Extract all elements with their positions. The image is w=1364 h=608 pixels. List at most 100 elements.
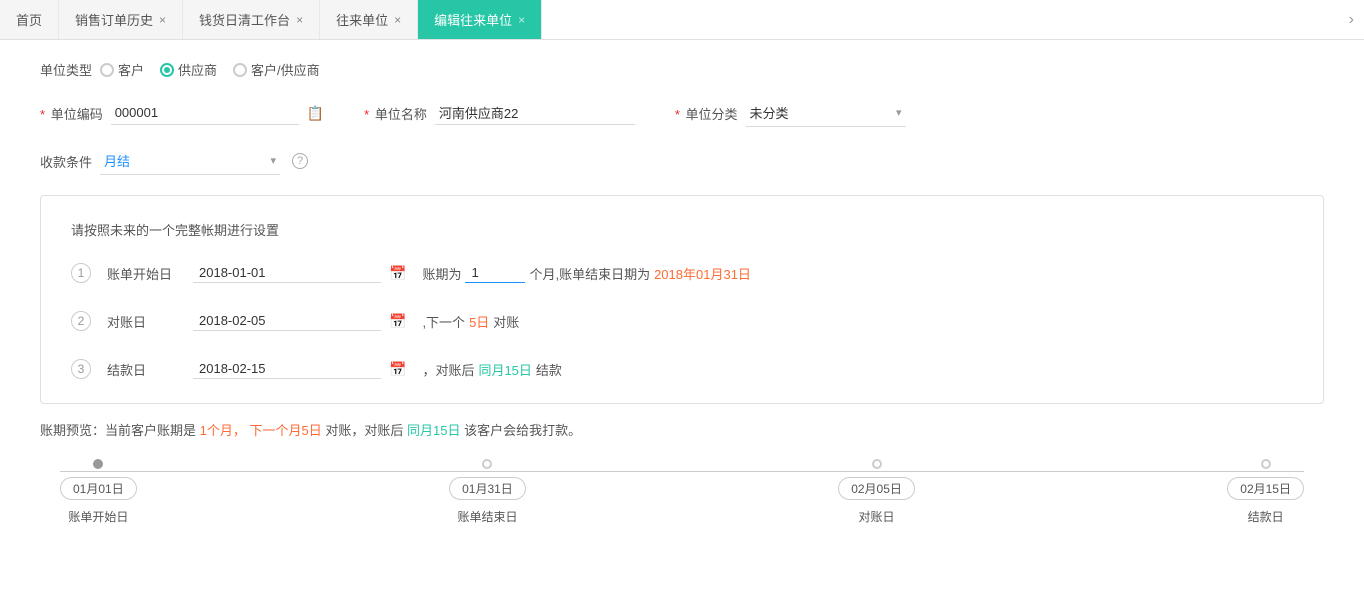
unit-type-radio-group: 客户 供应商 客户/供应商 [100,60,320,79]
timeline-dot-0 [93,459,103,469]
step-3-label: 结款日 [107,360,177,379]
radio-supplier-label: 供应商 [178,60,217,79]
unit-category-value: 未分类 [750,103,896,122]
timeline-point-2: 02月05日 对账日 [838,459,915,525]
timeline-label-2: 对账日 [859,508,895,525]
unit-code-icon[interactable]: 📋 [307,105,324,122]
radio-supplier[interactable]: 供应商 [160,60,217,79]
step-1-row: 1 账单开始日 📅 账期为 个月,账单结束日期为 2018年01月31日 [71,263,1293,283]
timeline-badge-2: 02月05日 [838,477,915,500]
timeline-dot-1 [482,459,492,469]
step-1-date-input[interactable] [193,263,381,283]
timeline-label-1: 账单结束日 [457,508,517,525]
step-1-period-suffix: 个月,账单结束日期为 [529,264,650,283]
preview-middle: 对账，对账后 [325,423,403,438]
step-3-desc-highlight: 同月15日 [478,360,531,379]
step-1-period-input[interactable] [465,263,525,283]
timeline: 01月01日 账单开始日 01月31日 账单结束日 02月05日 对账日 02月… [40,459,1324,525]
unit-code-input[interactable] [111,101,299,125]
step-1-calendar-icon[interactable]: 📅 [389,265,406,282]
unit-type-label: 单位类型 [40,60,92,79]
collection-group: 收款条件 月结 ▾ ? [40,147,308,175]
step-3-num: 3 [71,359,91,379]
close-cash-work-icon[interactable]: × [296,13,303,27]
step-1-num: 1 [71,263,91,283]
collection-select[interactable]: 月结 ▾ [100,147,280,175]
tab-home[interactable]: 首页 [0,0,59,39]
timeline-badge-1: 01月31日 [449,477,526,500]
main-content: 单位类型 客户 供应商 客户/供应商 * 单位编码 [0,40,1364,608]
preview-part2: 下一个月5日 [250,423,322,438]
code-name-category-row: * 单位编码 📋 * 单位名称 * 单位分类 未分类 ▾ [40,99,1324,127]
help-icon[interactable]: ? [292,153,308,169]
radio-both-label: 客户/供应商 [251,60,320,79]
timeline-point-3: 02月15日 结款日 [1227,459,1304,525]
tab-bar: 首页 销售订单历史 × 钱货日清工作台 × 往来单位 × 编辑往来单位 × › [0,0,1364,40]
tab-home-label: 首页 [16,10,42,29]
step-3-desc-prefix: ，对账后 [422,360,474,379]
step-2-desc-highlight: 5日 [469,312,489,331]
card-title: 请按照未来的一个完整帐期进行设置 [71,220,1293,239]
timeline-point-1: 01月31日 账单结束日 [449,459,526,525]
step-3-desc-suffix: 结款 [536,360,562,379]
unit-name-group: * 单位名称 [364,101,635,125]
step-2-row: 2 对账日 📅 ,下一个 5日 对账 [71,311,1293,331]
close-edit-partner-icon[interactable]: × [518,13,525,27]
tab-edit-partner[interactable]: 编辑往来单位 × [418,0,542,39]
timeline-badge-0: 01月01日 [60,477,137,500]
radio-supplier-circle [160,63,174,77]
step-3-date-input[interactable] [193,359,381,379]
timeline-badge-3: 02月15日 [1227,477,1304,500]
step-1-input-wrap: 📅 [193,263,406,283]
step-1-label: 账单开始日 [107,264,177,283]
unit-name-input[interactable] [435,101,635,125]
tab-sales-history[interactable]: 销售订单历史 × [59,0,183,39]
collection-dropdown-icon: ▾ [270,154,276,167]
step-1-period-prefix: 账期为 [422,264,461,283]
radio-both-circle [233,63,247,77]
step-3-calendar-icon[interactable]: 📅 [389,361,406,378]
timeline-label-0: 账单开始日 [68,508,128,525]
tab-partners-label: 往来单位 [336,10,388,29]
unit-category-select[interactable]: 未分类 ▾ [746,99,906,127]
step-1-desc: 账期为 个月,账单结束日期为 2018年01月31日 [422,263,750,283]
unit-type-group: 单位类型 客户 供应商 客户/供应商 [40,60,320,79]
category-dropdown-icon: ▾ [896,106,902,119]
collection-row: 收款条件 月结 ▾ ? [40,147,1324,175]
collection-label: 收款条件 [40,152,92,171]
timeline-point-0: 01月01日 账单开始日 [60,459,137,525]
tab-cash-work[interactable]: 钱货日清工作台 × [183,0,320,39]
tab-edit-partner-label: 编辑往来单位 [434,10,512,29]
unit-category-star: * [675,107,680,122]
collection-value: 月结 [104,151,266,170]
step-3-input-wrap: 📅 [193,359,406,379]
timeline-points: 01月01日 账单开始日 01月31日 账单结束日 02月05日 对账日 02月… [60,459,1304,525]
unit-category-group: * 单位分类 未分类 ▾ [675,99,906,127]
unit-code-star: * [40,107,45,122]
radio-customer-circle [100,63,114,77]
step-2-date-input[interactable] [193,311,381,331]
preview-label: 账期预览：当前客户账期是 [40,423,196,438]
tab-cash-work-label: 钱货日清工作台 [199,10,290,29]
unit-code-label: * 单位编码 [40,104,103,123]
preview-section: 账期预览：当前客户账期是 1个月， 下一个月5日 对账，对账后 同月15日 该客… [40,420,1324,439]
unit-name-label: * 单位名称 [364,104,427,123]
unit-name-star: * [364,107,369,122]
radio-customer[interactable]: 客户 [100,60,144,79]
unit-type-row: 单位类型 客户 供应商 客户/供应商 [40,60,1324,79]
radio-customer-label: 客户 [118,60,144,79]
step-2-calendar-icon[interactable]: 📅 [389,313,406,330]
unit-code-group: * 单位编码 📋 [40,101,324,125]
step-2-desc: ,下一个 5日 对账 [422,312,519,331]
radio-both[interactable]: 客户/供应商 [233,60,320,79]
tab-more-button[interactable]: › [1339,0,1364,39]
timeline-label-3: 结款日 [1248,508,1284,525]
preview-part1: 1个月， [200,423,246,438]
close-sales-history-icon[interactable]: × [159,13,166,27]
tab-partners[interactable]: 往来单位 × [320,0,418,39]
step-3-row: 3 结款日 📅 ，对账后 同月15日 结款 [71,359,1293,379]
step-2-input-wrap: 📅 [193,311,406,331]
step-2-num: 2 [71,311,91,331]
close-partners-icon[interactable]: × [394,13,401,27]
timeline-dot-3 [1261,459,1271,469]
